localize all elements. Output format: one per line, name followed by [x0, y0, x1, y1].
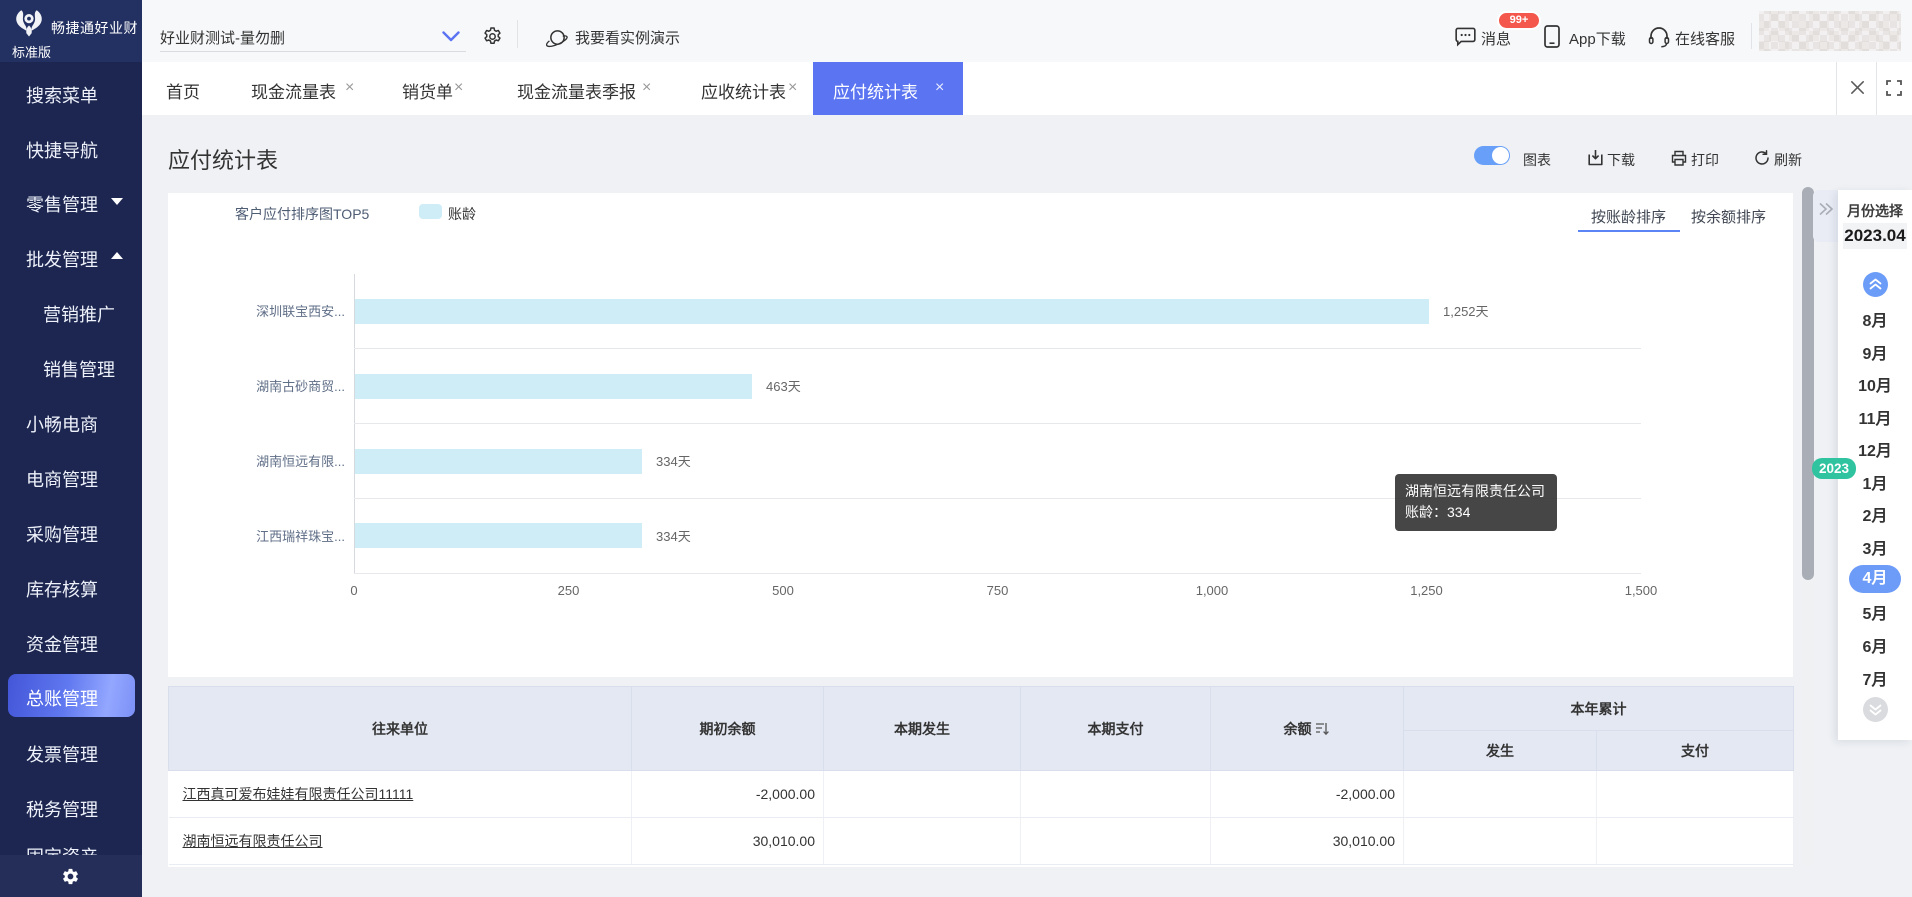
svg-text:江西瑞祥珠宝...: 江西瑞祥珠宝...	[256, 529, 345, 544]
svg-text:湖南恒远有限...: 湖南恒远有限...	[256, 454, 345, 469]
svg-text:334天: 334天	[656, 529, 691, 544]
svg-text:湖南古砂商贸...: 湖南古砂商贸...	[256, 379, 345, 394]
svg-text:463天: 463天	[766, 379, 801, 394]
svg-text:0: 0	[350, 583, 357, 598]
svg-text:1,250: 1,250	[1410, 583, 1443, 598]
svg-text:250: 250	[558, 583, 580, 598]
svg-text:1,252天: 1,252天	[1443, 304, 1489, 319]
svg-text:深圳联宝西安...: 深圳联宝西安...	[256, 304, 345, 319]
svg-text:1,500: 1,500	[1625, 583, 1658, 598]
svg-text:750: 750	[987, 583, 1009, 598]
svg-text:500: 500	[772, 583, 794, 598]
svg-text:1,000: 1,000	[1196, 583, 1229, 598]
svg-text:334天: 334天	[656, 454, 691, 469]
